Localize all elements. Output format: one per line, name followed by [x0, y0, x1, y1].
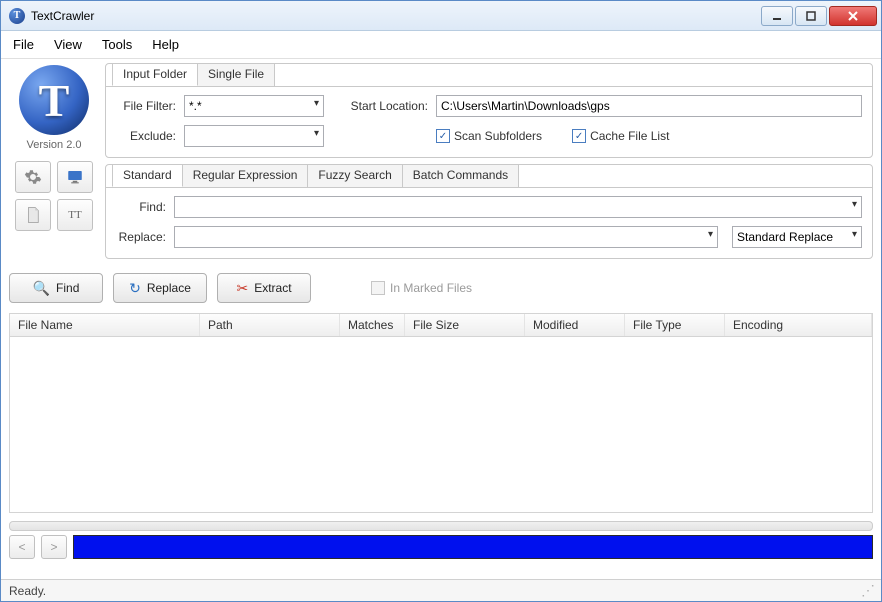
menu-view[interactable]: View: [54, 37, 82, 52]
maximize-button[interactable]: [795, 6, 827, 26]
close-button[interactable]: [829, 6, 877, 26]
col-filetype[interactable]: File Type: [625, 314, 725, 336]
in-marked-files-checkbox: In Marked Files: [371, 281, 472, 295]
menu-help[interactable]: Help: [152, 37, 179, 52]
text-button[interactable]: TT: [57, 199, 93, 231]
col-filesize[interactable]: File Size: [405, 314, 525, 336]
start-location-input[interactable]: [436, 95, 862, 117]
refresh-icon: ↻: [129, 280, 141, 297]
progress-bar: [9, 521, 873, 531]
action-bar: 🔍 Find ↻ Replace ✂ Extract In Marked Fil…: [9, 265, 873, 307]
titlebar: T TextCrawler: [1, 1, 881, 31]
col-modified[interactable]: Modified: [525, 314, 625, 336]
find-label: Find:: [116, 200, 166, 214]
results-table[interactable]: File Name Path Matches File Size Modifie…: [9, 313, 873, 513]
tab-batch[interactable]: Batch Commands: [402, 164, 519, 187]
window-controls: [761, 6, 877, 26]
table-header: File Name Path Matches File Size Modifie…: [10, 314, 872, 337]
resize-grip-icon[interactable]: ⋰: [861, 582, 873, 599]
tab-standard[interactable]: Standard: [112, 164, 183, 187]
check-icon: ✓: [572, 129, 586, 143]
window-title: TextCrawler: [31, 9, 94, 23]
check-icon: ✓: [436, 129, 450, 143]
exclude-label: Exclude:: [116, 129, 176, 143]
highlight-bar: [73, 535, 873, 559]
start-location-label: Start Location:: [338, 99, 428, 113]
input-tab-group: Input Folder Single File File Filter: St…: [105, 63, 873, 158]
col-path[interactable]: Path: [200, 314, 340, 336]
tab-regex[interactable]: Regular Expression: [182, 164, 309, 187]
settings-button[interactable]: [15, 161, 51, 193]
replace-mode-select[interactable]: [732, 226, 862, 248]
next-button[interactable]: >: [41, 535, 67, 559]
logo-icon: T: [19, 65, 89, 135]
file-filter-label: File Filter:: [116, 99, 176, 113]
replace-input[interactable]: [174, 226, 718, 248]
search-tab-group: Standard Regular Expression Fuzzy Search…: [105, 164, 873, 259]
prev-button[interactable]: <: [9, 535, 35, 559]
menu-file[interactable]: File: [13, 37, 34, 52]
monitor-icon: [66, 168, 84, 186]
replace-button[interactable]: ↻ Replace: [113, 273, 207, 303]
minimize-button[interactable]: [761, 6, 793, 26]
tab-single-file[interactable]: Single File: [197, 63, 275, 86]
menu-tools[interactable]: Tools: [102, 37, 132, 52]
document-icon: [24, 206, 42, 224]
check-icon: [371, 281, 385, 295]
status-text: Ready.: [9, 584, 46, 598]
status-bar: Ready. ⋰: [1, 579, 881, 601]
col-encoding[interactable]: Encoding: [725, 314, 872, 336]
menu-bar: File View Tools Help: [1, 31, 881, 59]
gear-icon: [24, 168, 42, 186]
scan-subfolders-checkbox[interactable]: ✓ Scan Subfolders: [436, 129, 542, 143]
app-window: T TextCrawler File View Tools Help T Ver…: [0, 0, 882, 602]
tab-input-folder[interactable]: Input Folder: [112, 63, 198, 86]
document-button[interactable]: [15, 199, 51, 231]
tab-fuzzy[interactable]: Fuzzy Search: [307, 164, 402, 187]
col-filename[interactable]: File Name: [10, 314, 200, 336]
col-matches[interactable]: Matches: [340, 314, 405, 336]
table-body: [10, 337, 872, 512]
find-input[interactable]: [174, 196, 862, 218]
monitor-button[interactable]: [57, 161, 93, 193]
replace-label: Replace:: [116, 230, 166, 244]
find-button[interactable]: 🔍 Find: [9, 273, 103, 303]
version-label: Version 2.0: [26, 139, 81, 151]
search-icon: 🔍: [33, 280, 50, 297]
exclude-input[interactable]: [184, 125, 324, 147]
side-panel: T Version 2.0 TT: [9, 63, 99, 231]
extract-button[interactable]: ✂ Extract: [217, 273, 311, 303]
progress-area: < >: [9, 519, 873, 579]
app-icon: T: [9, 8, 25, 24]
cache-filelist-checkbox[interactable]: ✓ Cache File List: [572, 129, 669, 143]
scissors-icon: ✂: [236, 280, 248, 297]
file-filter-input[interactable]: [184, 95, 324, 117]
